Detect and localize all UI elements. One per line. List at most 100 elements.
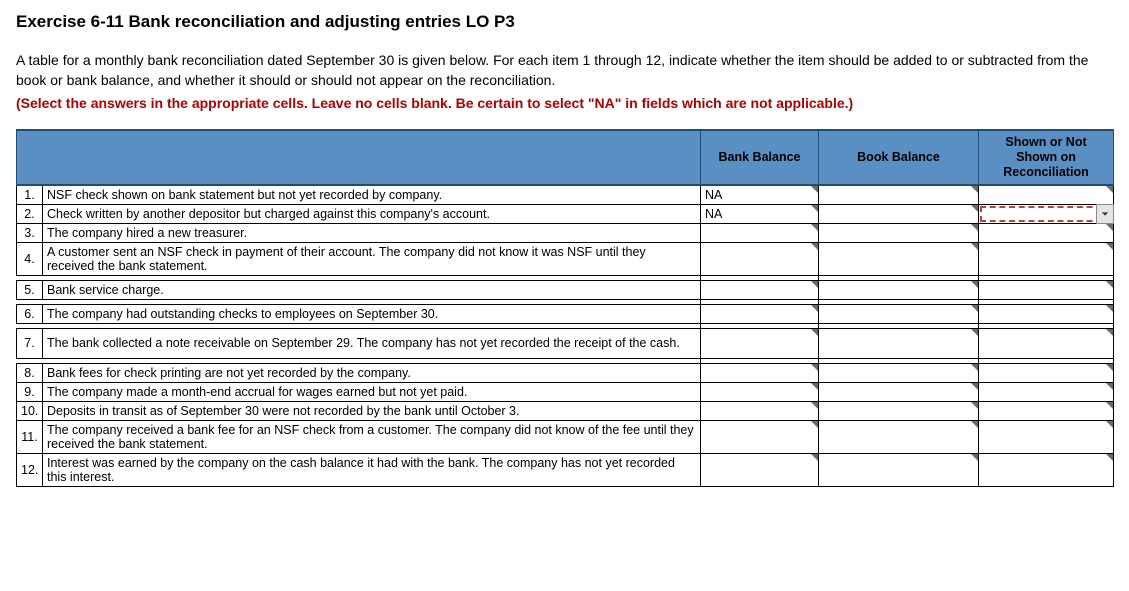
book-balance-cell[interactable] [819, 223, 979, 242]
dropdown-indicator-icon [1106, 224, 1113, 231]
dropdown-indicator-icon [811, 364, 818, 371]
dropdown-indicator-icon [971, 454, 978, 461]
row-description: The bank collected a note receivable on … [43, 328, 701, 358]
shown-balance-cell[interactable] [979, 363, 1114, 382]
bank-balance-cell[interactable] [701, 382, 819, 401]
book-balance-cell[interactable] [819, 304, 979, 323]
dropdown-indicator-icon [971, 383, 978, 390]
row-description: The company had outstanding checks to em… [43, 304, 701, 323]
bank-balance-cell[interactable] [701, 280, 819, 299]
reconciliation-table: Bank Balance Book Balance Shown or Not S… [16, 129, 1114, 487]
shown-balance-cell[interactable] [979, 185, 1114, 205]
dropdown-indicator-icon [971, 205, 978, 212]
shown-balance-cell[interactable] [979, 242, 1114, 275]
header-desc [17, 130, 701, 185]
book-balance-cell[interactable] [819, 242, 979, 275]
row-number: 3. [17, 223, 43, 242]
bank-balance-cell[interactable] [701, 363, 819, 382]
book-balance-cell[interactable] [819, 420, 979, 453]
row-description: NSF check shown on bank statement but no… [43, 185, 701, 205]
bank-balance-cell[interactable] [701, 328, 819, 358]
dropdown-indicator-icon [811, 329, 818, 336]
instructions-text: A table for a monthly bank reconciliatio… [16, 50, 1113, 91]
row-number: 7. [17, 328, 43, 358]
dropdown-indicator-icon [1106, 281, 1113, 288]
dropdown-indicator-icon [811, 281, 818, 288]
shown-balance-cell[interactable] [979, 328, 1114, 358]
dropdown-indicator-icon [1106, 364, 1113, 371]
row-number: 9. [17, 382, 43, 401]
header-bank-balance: Bank Balance [701, 130, 819, 185]
bank-balance-cell[interactable] [701, 401, 819, 420]
dropdown-indicator-icon [971, 402, 978, 409]
bank-balance-cell[interactable] [701, 304, 819, 323]
row-number: 1. [17, 185, 43, 205]
row-description: Interest was earned by the company on th… [43, 453, 701, 486]
dropdown-indicator-icon [811, 305, 818, 312]
bank-balance-value: NA [705, 207, 722, 221]
row-number: 4. [17, 242, 43, 275]
dropdown-indicator-icon [971, 281, 978, 288]
shown-balance-cell[interactable] [979, 453, 1114, 486]
dropdown-indicator-icon [811, 402, 818, 409]
row-description: The company received a bank fee for an N… [43, 420, 701, 453]
dropdown-indicator-icon [1106, 243, 1113, 250]
bank-balance-value: NA [705, 188, 722, 202]
book-balance-cell[interactable] [819, 328, 979, 358]
bank-balance-cell[interactable] [701, 242, 819, 275]
row-number: 5. [17, 280, 43, 299]
book-balance-cell[interactable] [819, 363, 979, 382]
dropdown-indicator-icon [811, 421, 818, 428]
page-title: Exercise 6-11 Bank reconciliation and ad… [16, 12, 1113, 32]
bank-balance-cell[interactable] [701, 453, 819, 486]
bank-balance-cell[interactable] [701, 223, 819, 242]
dropdown-indicator-icon [811, 205, 818, 212]
shown-balance-cell[interactable] [979, 420, 1114, 453]
row-number: 8. [17, 363, 43, 382]
dropdown-indicator-icon [1106, 402, 1113, 409]
dropdown-indicator-icon [811, 383, 818, 390]
book-balance-cell[interactable] [819, 280, 979, 299]
shown-balance-cell[interactable] [979, 401, 1114, 420]
dropdown-indicator-icon [971, 305, 978, 312]
row-number: 11. [17, 420, 43, 453]
row-description: Deposits in transit as of September 30 w… [43, 401, 701, 420]
shown-balance-cell[interactable] [979, 204, 1114, 223]
row-number: 6. [17, 304, 43, 323]
dropdown-indicator-icon [971, 421, 978, 428]
dropdown-indicator-icon [971, 224, 978, 231]
row-number: 10. [17, 401, 43, 420]
shown-balance-cell[interactable] [979, 382, 1114, 401]
shown-balance-cell[interactable] [979, 280, 1114, 299]
header-shown: Shown or Not Shown on Reconciliation [979, 130, 1114, 185]
bank-balance-cell[interactable]: NA [701, 185, 819, 205]
row-description: Bank fees for check printing are not yet… [43, 363, 701, 382]
row-number: 2. [17, 204, 43, 223]
dropdown-indicator-icon [971, 364, 978, 371]
row-description: The company hired a new treasurer. [43, 223, 701, 242]
dropdown-indicator-icon [1106, 186, 1113, 193]
shown-balance-cell[interactable] [979, 304, 1114, 323]
dropdown-indicator-icon [971, 186, 978, 193]
book-balance-cell[interactable] [819, 204, 979, 223]
dropdown-indicator-icon [971, 329, 978, 336]
dropdown-indicator-icon [1106, 383, 1113, 390]
bank-balance-cell[interactable] [701, 420, 819, 453]
dropdown-indicator-icon [1106, 305, 1113, 312]
row-description: Bank service charge. [43, 280, 701, 299]
shown-balance-cell[interactable] [979, 223, 1114, 242]
row-number: 12. [17, 453, 43, 486]
book-balance-cell[interactable] [819, 453, 979, 486]
book-balance-cell[interactable] [819, 401, 979, 420]
dropdown-indicator-icon [811, 224, 818, 231]
chevron-down-icon[interactable] [1096, 204, 1114, 224]
dropdown-indicator-icon [1106, 329, 1113, 336]
bank-balance-cell[interactable]: NA [701, 204, 819, 223]
header-book-balance: Book Balance [819, 130, 979, 185]
row-description: The company made a month-end accrual for… [43, 382, 701, 401]
dropdown-indicator-icon [811, 243, 818, 250]
book-balance-cell[interactable] [819, 185, 979, 205]
dropdown-indicator-icon [1106, 421, 1113, 428]
row-description: A customer sent an NSF check in payment … [43, 242, 701, 275]
book-balance-cell[interactable] [819, 382, 979, 401]
